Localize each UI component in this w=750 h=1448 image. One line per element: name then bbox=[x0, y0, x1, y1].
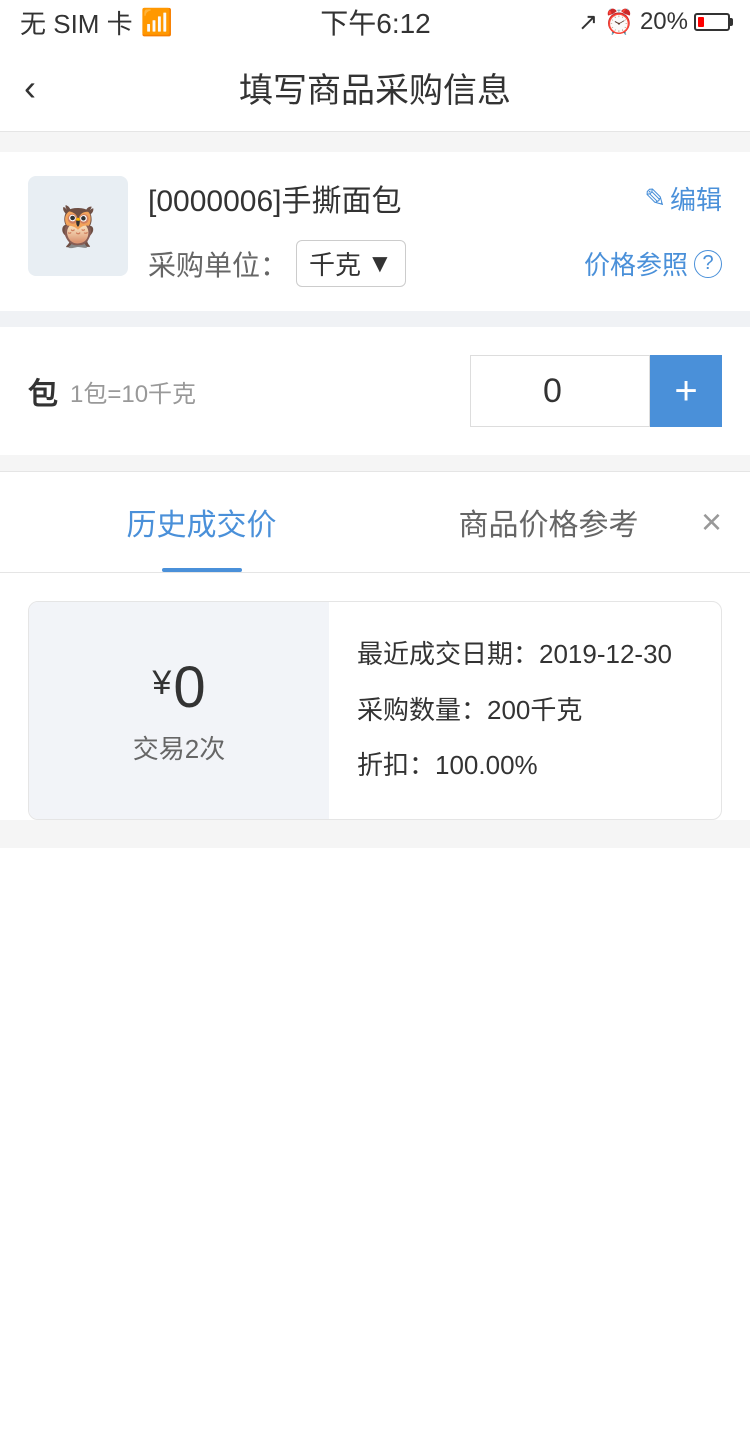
date-label: 最近成交日期： bbox=[357, 639, 539, 669]
discount-label: 折扣： bbox=[357, 750, 435, 780]
transaction-discount-row: 折扣：100.00% bbox=[357, 745, 693, 787]
quantity-row: 包 1包=10千克 + bbox=[0, 327, 750, 455]
product-card: 🦉 [0000006]手撕面包 ✎ 编辑 采购单位： 千克 ▼ 价格参照 ? bbox=[0, 152, 750, 311]
transaction-price-section: ¥ 0 交易2次 bbox=[29, 602, 329, 819]
bottom-panel: 历史成交价 商品价格参考 × ¥ 0 交易2次 最近成交日期：2019-12-3… bbox=[0, 471, 750, 820]
wifi-icon: 📶 bbox=[141, 7, 173, 38]
transaction-card: ¥ 0 交易2次 最近成交日期：2019-12-30 采购数量：200千克 折扣… bbox=[28, 601, 722, 820]
transaction-details: 最近成交日期：2019-12-30 采购数量：200千克 折扣：100.00% bbox=[329, 602, 721, 819]
price-ref-button[interactable]: 价格参照 ? bbox=[584, 245, 722, 282]
unit-label: 采购单位： bbox=[148, 244, 288, 284]
network-label: 无 SIM 卡 bbox=[20, 4, 133, 41]
alarm-icon: ⏰ bbox=[604, 8, 634, 37]
tab-close-button[interactable]: × bbox=[701, 501, 722, 543]
status-bar: 无 SIM 卡 📶 下午6:12 ↗ ⏰ 20% bbox=[0, 0, 750, 44]
battery-icon bbox=[694, 13, 730, 31]
empty-space bbox=[0, 848, 750, 1448]
qty-label-detail: 采购数量： bbox=[357, 695, 487, 725]
product-header: [0000006]手撕面包 ✎ 编辑 bbox=[148, 176, 722, 220]
page-title: 填写商品采购信息 bbox=[239, 63, 511, 112]
qty-label: 包 1包=10千克 bbox=[28, 369, 196, 413]
unit-value: 千克 bbox=[309, 245, 361, 282]
tab-product-price-ref[interactable]: 商品价格参考 bbox=[375, 472, 722, 572]
unit-select[interactable]: 千克 ▼ bbox=[296, 240, 406, 287]
price-ref-label: 价格参照 bbox=[584, 245, 688, 282]
tab-bar: 历史成交价 商品价格参考 × bbox=[0, 472, 750, 573]
product-thumbnail: 🦉 bbox=[28, 176, 128, 276]
transaction-date-row: 最近成交日期：2019-12-30 bbox=[357, 634, 693, 676]
currency-symbol: ¥ bbox=[152, 664, 171, 703]
transaction-price: ¥ 0 bbox=[152, 654, 205, 721]
transaction-qty-row: 采购数量：200千克 bbox=[357, 690, 693, 732]
qty-input-wrap: + bbox=[470, 355, 722, 427]
discount-value: 100.00% bbox=[435, 750, 538, 780]
status-right: ↗ ⏰ 20% bbox=[578, 8, 730, 37]
help-icon: ? bbox=[694, 250, 722, 278]
product-logo-icon: 🦉 bbox=[53, 203, 103, 250]
status-left: 无 SIM 卡 📶 bbox=[20, 4, 173, 41]
product-info: [0000006]手撕面包 ✎ 编辑 采购单位： 千克 ▼ 价格参照 ? bbox=[148, 176, 722, 287]
nav-bar: ‹ 填写商品采购信息 bbox=[0, 44, 750, 132]
qty-value: 200千克 bbox=[487, 695, 582, 725]
pkg-unit-label: 包 bbox=[28, 369, 58, 413]
date-value: 2019-12-30 bbox=[539, 639, 672, 669]
product-unit-row: 采购单位： 千克 ▼ 价格参照 ? bbox=[148, 240, 722, 287]
location-icon: ↗ bbox=[578, 8, 598, 37]
section-divider bbox=[0, 311, 750, 327]
pkg-sub-label: 1包=10千克 bbox=[70, 374, 196, 409]
edit-button[interactable]: ✎ 编辑 bbox=[644, 180, 722, 217]
product-name: [0000006]手撕面包 bbox=[148, 176, 401, 220]
tab-history-price[interactable]: 历史成交价 bbox=[28, 472, 375, 572]
transaction-count: 交易2次 bbox=[133, 729, 225, 766]
quantity-input[interactable] bbox=[470, 355, 650, 427]
chevron-down-icon: ▼ bbox=[367, 248, 393, 279]
status-time: 下午6:12 bbox=[320, 2, 431, 42]
price-value: 0 bbox=[173, 654, 205, 721]
edit-label: 编辑 bbox=[670, 180, 722, 217]
back-button[interactable]: ‹ bbox=[24, 67, 36, 109]
qty-plus-button[interactable]: + bbox=[650, 355, 722, 427]
edit-icon: ✎ bbox=[644, 183, 666, 214]
battery-pct: 20% bbox=[640, 8, 688, 36]
